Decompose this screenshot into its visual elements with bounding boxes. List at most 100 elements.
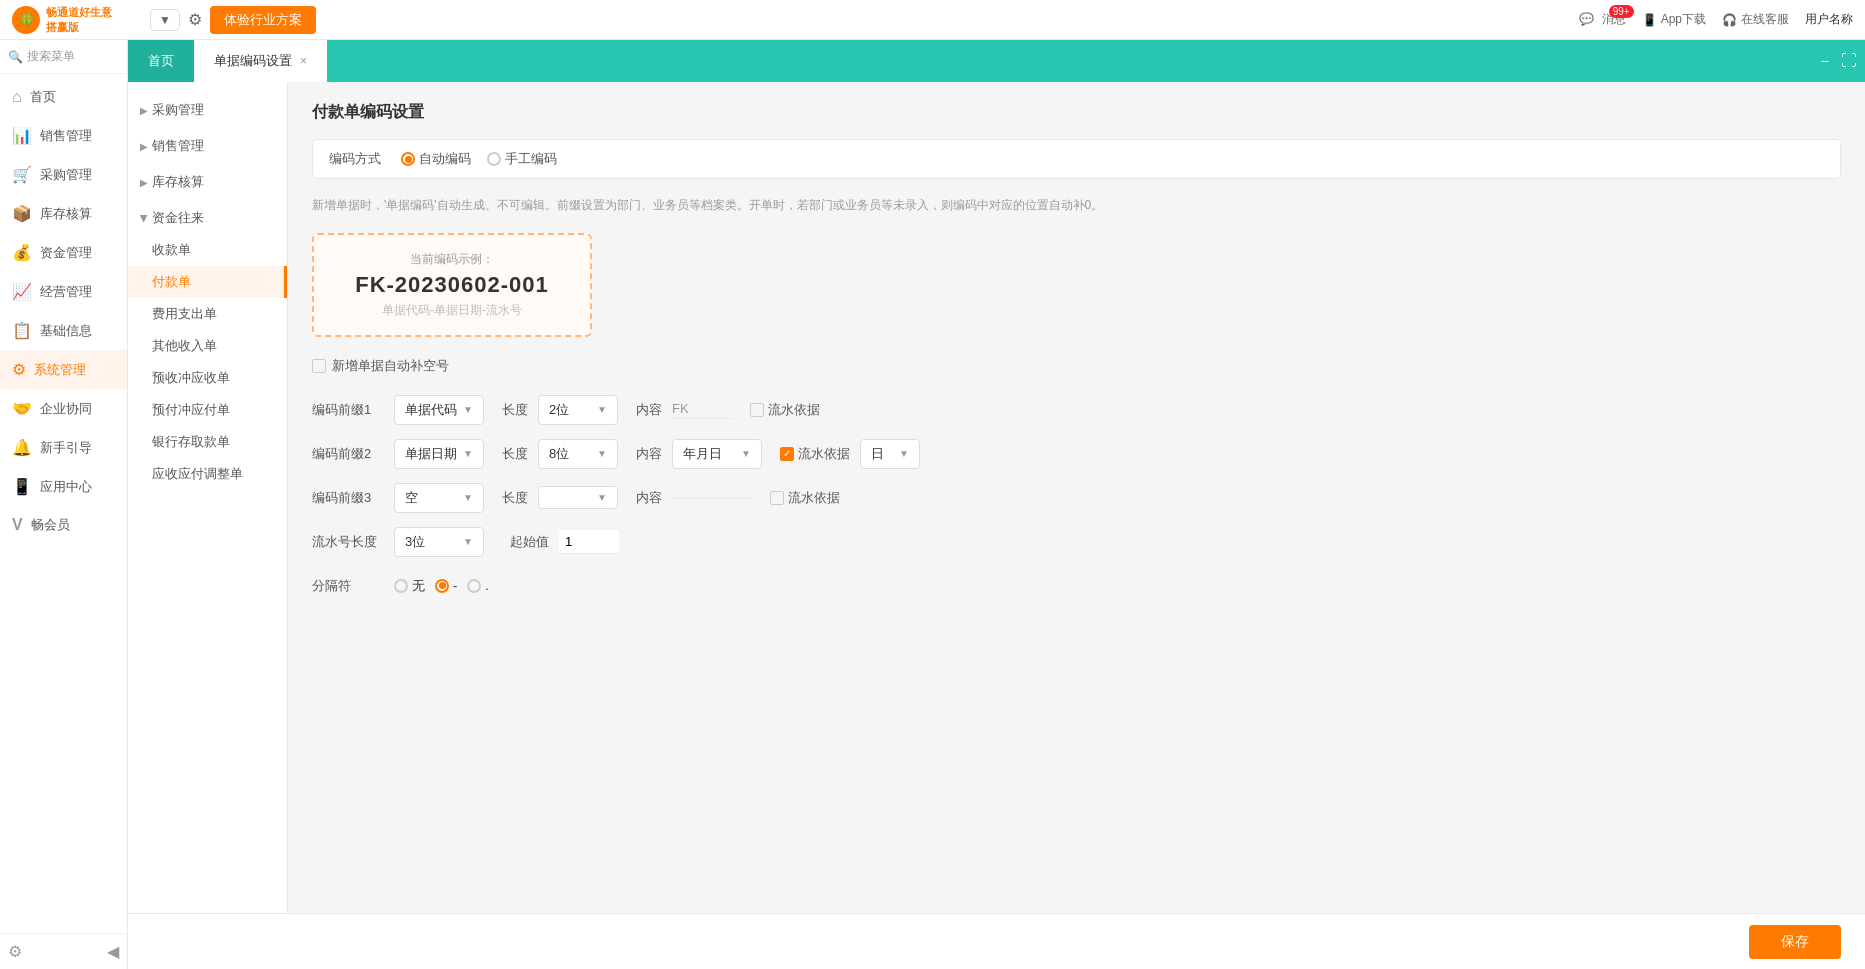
content2-select[interactable]: 年月日 ▼	[672, 439, 762, 469]
sub-nav-header-inventory[interactable]: ▶ 库存核算	[128, 166, 287, 198]
config-label-3: 编码前缀3	[312, 489, 384, 507]
sidebar-bottom: ⚙ ◀	[0, 933, 127, 969]
collapse-icon[interactable]: ◀	[107, 942, 119, 961]
sub-nav-payment[interactable]: 付款单	[128, 266, 287, 298]
info-text: 新增单据时，'单据编码'自动生成、不可编辑。前缀设置为部门、业务员等档案类。开单…	[312, 195, 1841, 217]
content-label-1: 内容	[636, 401, 662, 419]
search-bar[interactable]: 🔍 搜索菜单	[0, 40, 127, 74]
sidebar-item-operation[interactable]: 📈 经营管理	[0, 272, 127, 311]
tab-minus-icon[interactable]: －	[1817, 51, 1833, 72]
sidebar-item-app[interactable]: 📱 应用中心	[0, 467, 127, 506]
auto-fill-checkbox[interactable]	[312, 359, 326, 373]
preview-label: 当前编码示例：	[338, 251, 566, 268]
purchase-icon: 🛒	[12, 165, 32, 184]
sub-nav-advance-payable[interactable]: 预付冲应付单	[128, 394, 287, 426]
manual-code-radio-circle	[487, 152, 501, 166]
sidebar-item-enterprise[interactable]: 🤝 企业协同	[0, 389, 127, 428]
length-label-2: 长度	[502, 445, 528, 463]
user-name[interactable]: 用户名称	[1805, 11, 1853, 28]
config-label-2: 编码前缀2	[312, 445, 384, 463]
stream-check-2[interactable]: ✓	[780, 447, 794, 461]
sep-dot-circle	[467, 579, 481, 593]
trial-btn[interactable]: 体验行业方案	[210, 6, 316, 34]
bottom-bar: 保存	[128, 913, 1865, 969]
tab-encoding[interactable]: 单据编码设置 ×	[194, 40, 327, 82]
stream-check-3[interactable]	[770, 491, 784, 505]
settings-bottom-icon[interactable]: ⚙	[8, 942, 22, 961]
sidebar-item-fund[interactable]: 💰 资金管理	[0, 233, 127, 272]
sidebar-item-guide[interactable]: 🔔 新手引导	[0, 428, 127, 467]
start-label: 起始值	[510, 533, 549, 551]
content-area: 首页 单据编码设置 × － ⛶ ▶ 采购管理	[128, 40, 1865, 969]
operation-icon: 📈	[12, 282, 32, 301]
manual-code-radio[interactable]: 手工编码	[487, 150, 557, 168]
stream-checkbox-3[interactable]: 流水依据	[770, 489, 840, 507]
separator-label: 分隔符	[312, 577, 384, 595]
top-bar-dropdown[interactable]: ▼	[150, 9, 180, 31]
stream-check-1[interactable]	[750, 403, 764, 417]
sub-nav-header-sales[interactable]: ▶ 销售管理	[128, 130, 287, 162]
prefix1-select[interactable]: 单据代码 ▼	[394, 395, 484, 425]
tab-expand-icon[interactable]: ⛶	[1841, 52, 1857, 70]
sub-nav-advance-receivable[interactable]: 预收冲应收单	[128, 362, 287, 394]
sub-nav-other-income[interactable]: 其他收入单	[128, 330, 287, 362]
basic-icon: 📋	[12, 321, 32, 340]
tab-close-icon[interactable]: ×	[300, 54, 307, 68]
stream-checkbox-1[interactable]: 流水依据	[750, 401, 820, 419]
sub-nav-receipt[interactable]: 收款单	[128, 234, 287, 266]
sidebar-item-home[interactable]: ⌂ 首页	[0, 78, 127, 116]
top-bar-center: ▼ ⚙ 体验行业方案	[150, 6, 1569, 34]
home-icon: ⌂	[12, 88, 22, 106]
prefix3-select[interactable]: 空 ▼	[394, 483, 484, 513]
page-content: ▶ 采购管理 ▶ 销售管理 ▶ 库存核算	[128, 82, 1865, 913]
preview-box: 当前编码示例： FK-20230602-001 单据代码-单据日期-流水号	[312, 233, 592, 337]
sub-nav-expense[interactable]: 费用支出单	[128, 298, 287, 330]
length-label-1: 长度	[502, 401, 528, 419]
sub-nav-bank[interactable]: 银行存取款单	[128, 426, 287, 458]
length1-select[interactable]: 2位 ▼	[538, 395, 618, 425]
serial-row: 流水号长度 3位 ▼ 起始值	[312, 527, 1841, 557]
auto-fill-row: 新增单据自动补空号	[312, 357, 1841, 375]
sub-nav-purchase: ▶ 采购管理	[128, 94, 287, 126]
stream-checkbox-2[interactable]: ✓ 流水依据	[780, 445, 850, 463]
sub-nav-header-fund[interactable]: ▶ 资金往来	[128, 202, 287, 234]
online-service[interactable]: 🎧 在线客服	[1722, 11, 1789, 28]
length3-select[interactable]: ▼	[538, 486, 618, 509]
auto-code-radio[interactable]: 自动编码	[401, 150, 471, 168]
stream-by-select[interactable]: 日 ▼	[860, 439, 920, 469]
top-bar: 🍀 畅通道好生意 搭赢版 ▼ ⚙ 体验行业方案 💬 99+ 消息 📱 App下载…	[0, 0, 1865, 40]
encoding-method-label: 编码方式	[329, 150, 381, 168]
app-icon: 📱	[12, 477, 32, 496]
sidebar-item-vip[interactable]: V 畅会员	[0, 506, 127, 544]
app-download[interactable]: 📱 App下载	[1642, 11, 1706, 28]
prefix2-select[interactable]: 单据日期 ▼	[394, 439, 484, 469]
length2-select[interactable]: 8位 ▼	[538, 439, 618, 469]
sep-dash[interactable]: -	[435, 578, 457, 593]
sub-nav-sales: ▶ 销售管理	[128, 130, 287, 162]
system-icon: ⚙	[12, 360, 26, 379]
preview-sub: 单据代码-单据日期-流水号	[338, 302, 566, 319]
separator-row: 分隔符 无 - .	[312, 577, 1841, 595]
sidebar-item-inventory[interactable]: 📦 库存核算	[0, 194, 127, 233]
sidebar-item-system[interactable]: ⚙ 系统管理	[0, 350, 127, 389]
sep-dot[interactable]: .	[467, 578, 489, 593]
sub-nav-fund: ▶ 资金往来 收款单 付款单 费用支出单 其他收入单	[128, 202, 287, 490]
sep-none[interactable]: 无	[394, 577, 425, 595]
start-input[interactable]	[559, 530, 619, 554]
sub-nav-header-purchase[interactable]: ▶ 采购管理	[128, 94, 287, 126]
settings-icon[interactable]: ⚙	[188, 10, 202, 29]
serial-length-select[interactable]: 3位 ▼	[394, 527, 484, 557]
save-button[interactable]: 保存	[1749, 925, 1841, 959]
sidebar-item-sales[interactable]: 📊 销售管理	[0, 116, 127, 155]
sidebar-nav: ⌂ 首页 📊 销售管理 🛒 采购管理 📦 库存核算 💰 资金管理 📈 经营	[0, 74, 127, 933]
message-icon[interactable]: 💬 99+ 消息	[1579, 11, 1625, 28]
encoding-radio-group: 自动编码 手工编码	[401, 150, 557, 168]
top-bar-right: 💬 99+ 消息 📱 App下载 🎧 在线客服 用户名称	[1579, 11, 1853, 28]
sub-nav-adjustment[interactable]: 应收应付调整单	[128, 458, 287, 490]
sidebar-item-purchase[interactable]: 🛒 采购管理	[0, 155, 127, 194]
sep-none-circle	[394, 579, 408, 593]
sidebar-item-basic[interactable]: 📋 基础信息	[0, 311, 127, 350]
sidebar: 🔍 搜索菜单 ⌂ 首页 📊 销售管理 🛒 采购管理 📦 库存核算 💰	[0, 40, 128, 969]
tab-home[interactable]: 首页	[128, 40, 194, 82]
auto-code-radio-circle	[401, 152, 415, 166]
